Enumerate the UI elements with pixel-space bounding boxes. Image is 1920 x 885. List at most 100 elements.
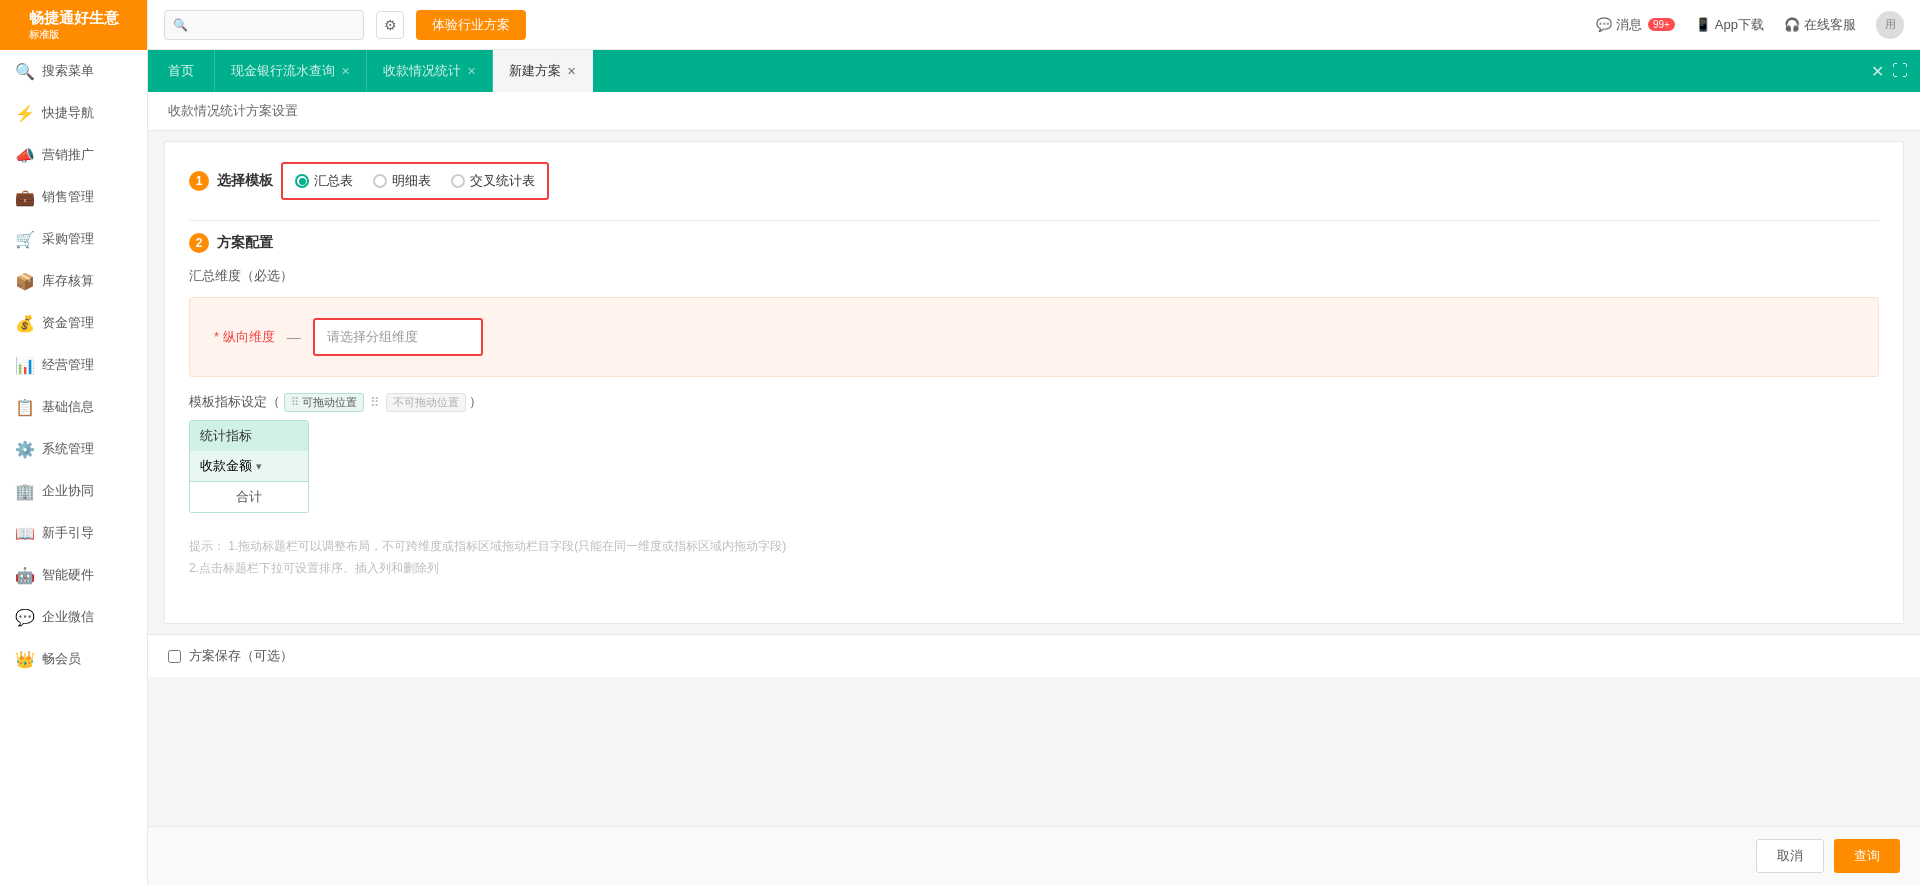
management-icon: 📊: [16, 356, 34, 374]
drag-indicator: ⠿: [291, 396, 299, 409]
sidebar-item-wechat[interactable]: 💬 企业微信: [0, 596, 147, 638]
tabs-right-controls: ✕ ⛶: [1871, 62, 1920, 81]
tab-receipts[interactable]: 收款情况统计 ✕: [367, 50, 493, 92]
tab-newplan[interactable]: 新建方案 ✕: [493, 50, 593, 92]
step2-label: 方案配置: [217, 234, 273, 252]
radio-detail-label: 明细表: [392, 172, 431, 190]
drag-tags: ⠿ 可拖动位置 ⠿ 不可拖动位置: [284, 393, 466, 412]
tab-newplan-label: 新建方案: [509, 62, 561, 80]
tab-receipts-label: 收款情况统计: [383, 62, 461, 80]
sidebar-item-label: 库存核算: [42, 272, 94, 290]
page-title-bar: 收款情况统计方案设置: [148, 92, 1920, 131]
service-button[interactable]: 🎧 在线客服: [1784, 16, 1856, 34]
tip-1: 提示： 1.拖动标题栏可以调整布局，不可跨维度或指标区域拖动栏目字段(只能在同一…: [189, 536, 1879, 558]
download-icon: 📱: [1695, 17, 1711, 32]
sidebar-item-label: 基础信息: [42, 398, 94, 416]
sidebar-item-label: 畅会员: [42, 650, 81, 668]
stats-row-row: 合计: [190, 482, 308, 512]
search-box[interactable]: 🔍: [164, 10, 364, 40]
content-area: 收款情况统计方案设置 1 选择模板 汇总表: [148, 92, 1920, 826]
sidebar-item-basic[interactable]: 📋 基础信息: [0, 386, 147, 428]
sidebar-item-quicknav[interactable]: ⚡ 快捷导航: [0, 92, 147, 134]
system-icon: ⚙️: [16, 440, 34, 458]
avatar-text: 用: [1885, 17, 1896, 32]
radio-detail-circle: [373, 174, 387, 188]
sidebar-item-guide[interactable]: 📖 新手引导: [0, 512, 147, 554]
user-avatar[interactable]: 用: [1876, 11, 1904, 39]
step2-number: 2: [189, 233, 209, 253]
save-checkbox[interactable]: [168, 650, 181, 663]
tab-newplan-close[interactable]: ✕: [567, 65, 576, 78]
trial-button[interactable]: 体验行业方案: [416, 10, 526, 40]
hardware-icon: 🤖: [16, 566, 34, 584]
sidebar-item-collab[interactable]: 🏢 企业协同: [0, 470, 147, 512]
breadcrumb: 收款情况统计方案设置: [168, 103, 298, 118]
radio-summary[interactable]: 汇总表: [295, 172, 353, 190]
service-label: 在线客服: [1804, 16, 1856, 34]
sidebar-item-inventory[interactable]: 📦 库存核算: [0, 260, 147, 302]
sidebar-logo: 畅捷通好生意 标准版: [0, 0, 147, 50]
step2-section: 2 方案配置 汇总维度（必选） * 纵向维度 — 请选择分组维度: [189, 233, 1879, 579]
sidebar: 畅捷通好生意 标准版 🔍 搜索菜单 ⚡ 快捷导航 📣 营销推广 💼 销售管理 🛒…: [0, 0, 148, 885]
sidebar-item-label: 企业协同: [42, 482, 94, 500]
sidebar-item-label: 系统管理: [42, 440, 94, 458]
guide-icon: 📖: [16, 524, 34, 542]
radio-cross[interactable]: 交叉统计表: [451, 172, 535, 190]
save-label: 方案保存（可选）: [189, 647, 293, 665]
search-icon: 🔍: [16, 62, 34, 80]
sidebar-item-label: 资金管理: [42, 314, 94, 332]
stats-table: 统计指标 收款金额 ▾ 合计: [189, 420, 309, 513]
tabs-minimize-icon[interactable]: ✕: [1871, 62, 1884, 81]
search-icon-topbar: 🔍: [173, 18, 188, 32]
download-label: App下载: [1715, 16, 1764, 34]
tabs-maximize-icon[interactable]: ⛶: [1892, 62, 1908, 80]
dimension-selector[interactable]: 请选择分组维度: [313, 318, 483, 356]
vertical-label: * 纵向维度: [214, 328, 275, 346]
tab-home-label: 首页: [168, 62, 194, 80]
logo-text: 畅捷通好生意: [29, 9, 119, 28]
sidebar-item-label: 智能硬件: [42, 566, 94, 584]
sidebar-item-marketing[interactable]: 📣 营销推广: [0, 134, 147, 176]
sidebar-item-label: 经营管理: [42, 356, 94, 374]
tab-cashflow-label: 现金银行流水查询: [231, 62, 335, 80]
sidebar-item-label: 快捷导航: [42, 104, 94, 122]
stats-col-row[interactable]: 收款金额 ▾: [190, 451, 308, 482]
sidebar-item-purchase[interactable]: 🛒 采购管理: [0, 218, 147, 260]
stats-row-label: 合计: [236, 489, 262, 504]
sidebar-item-management[interactable]: 📊 经营管理: [0, 344, 147, 386]
sidebar-item-label: 营销推广: [42, 146, 94, 164]
step2-header: 2 方案配置: [189, 233, 1879, 253]
query-button[interactable]: 查询: [1834, 839, 1900, 873]
metrics-sep: ⠿: [370, 395, 380, 410]
drag-tag: ⠿ 可拖动位置: [284, 393, 364, 412]
sidebar-item-finance[interactable]: 💰 资金管理: [0, 302, 147, 344]
tab-receipts-close[interactable]: ✕: [467, 65, 476, 78]
sidebar-item-hardware[interactable]: 🤖 智能硬件: [0, 554, 147, 596]
stats-table-header: 统计指标: [190, 421, 308, 451]
sidebar-item-search[interactable]: 🔍 搜索菜单: [0, 50, 147, 92]
main-content: 🔍 ⚙ 体验行业方案 💬 消息 99+ 📱 App下载 🎧 在线客服 用: [148, 0, 1920, 885]
sidebar-item-label: 企业微信: [42, 608, 94, 626]
radio-detail[interactable]: 明细表: [373, 172, 431, 190]
topbar: 🔍 ⚙ 体验行业方案 💬 消息 99+ 📱 App下载 🎧 在线客服 用: [148, 0, 1920, 50]
message-label: 消息: [1616, 16, 1642, 34]
topbar-right: 💬 消息 99+ 📱 App下载 🎧 在线客服 用: [1596, 11, 1904, 39]
sidebar-item-member[interactable]: 👑 畅会员: [0, 638, 147, 680]
message-icon: 💬: [1596, 17, 1612, 32]
member-icon: 👑: [16, 650, 34, 668]
cancel-button[interactable]: 取消: [1756, 839, 1824, 873]
logo-version: 标准版: [29, 28, 119, 42]
sidebar-item-system[interactable]: ⚙️ 系统管理: [0, 428, 147, 470]
settings-button[interactable]: ⚙: [376, 11, 404, 39]
message-button[interactable]: 💬 消息 99+: [1596, 16, 1675, 34]
sidebar-item-sales[interactable]: 💼 销售管理: [0, 176, 147, 218]
template-selector: 汇总表 明细表 交叉统计表: [281, 162, 549, 200]
sidebar-item-label: 销售管理: [42, 188, 94, 206]
tabs-bar: 首页 现金银行流水查询 ✕ 收款情况统计 ✕ 新建方案 ✕ ✕ ⛶: [148, 50, 1920, 92]
tab-cashflow[interactable]: 现金银行流水查询 ✕: [215, 50, 367, 92]
tab-home[interactable]: 首页: [148, 50, 215, 92]
metrics-section: 模板指标设定（ ⠿ 可拖动位置 ⠿ 不可拖动位置: [189, 393, 1879, 516]
download-button[interactable]: 📱 App下载: [1695, 16, 1764, 34]
tab-cashflow-close[interactable]: ✕: [341, 65, 350, 78]
marketing-icon: 📣: [16, 146, 34, 164]
